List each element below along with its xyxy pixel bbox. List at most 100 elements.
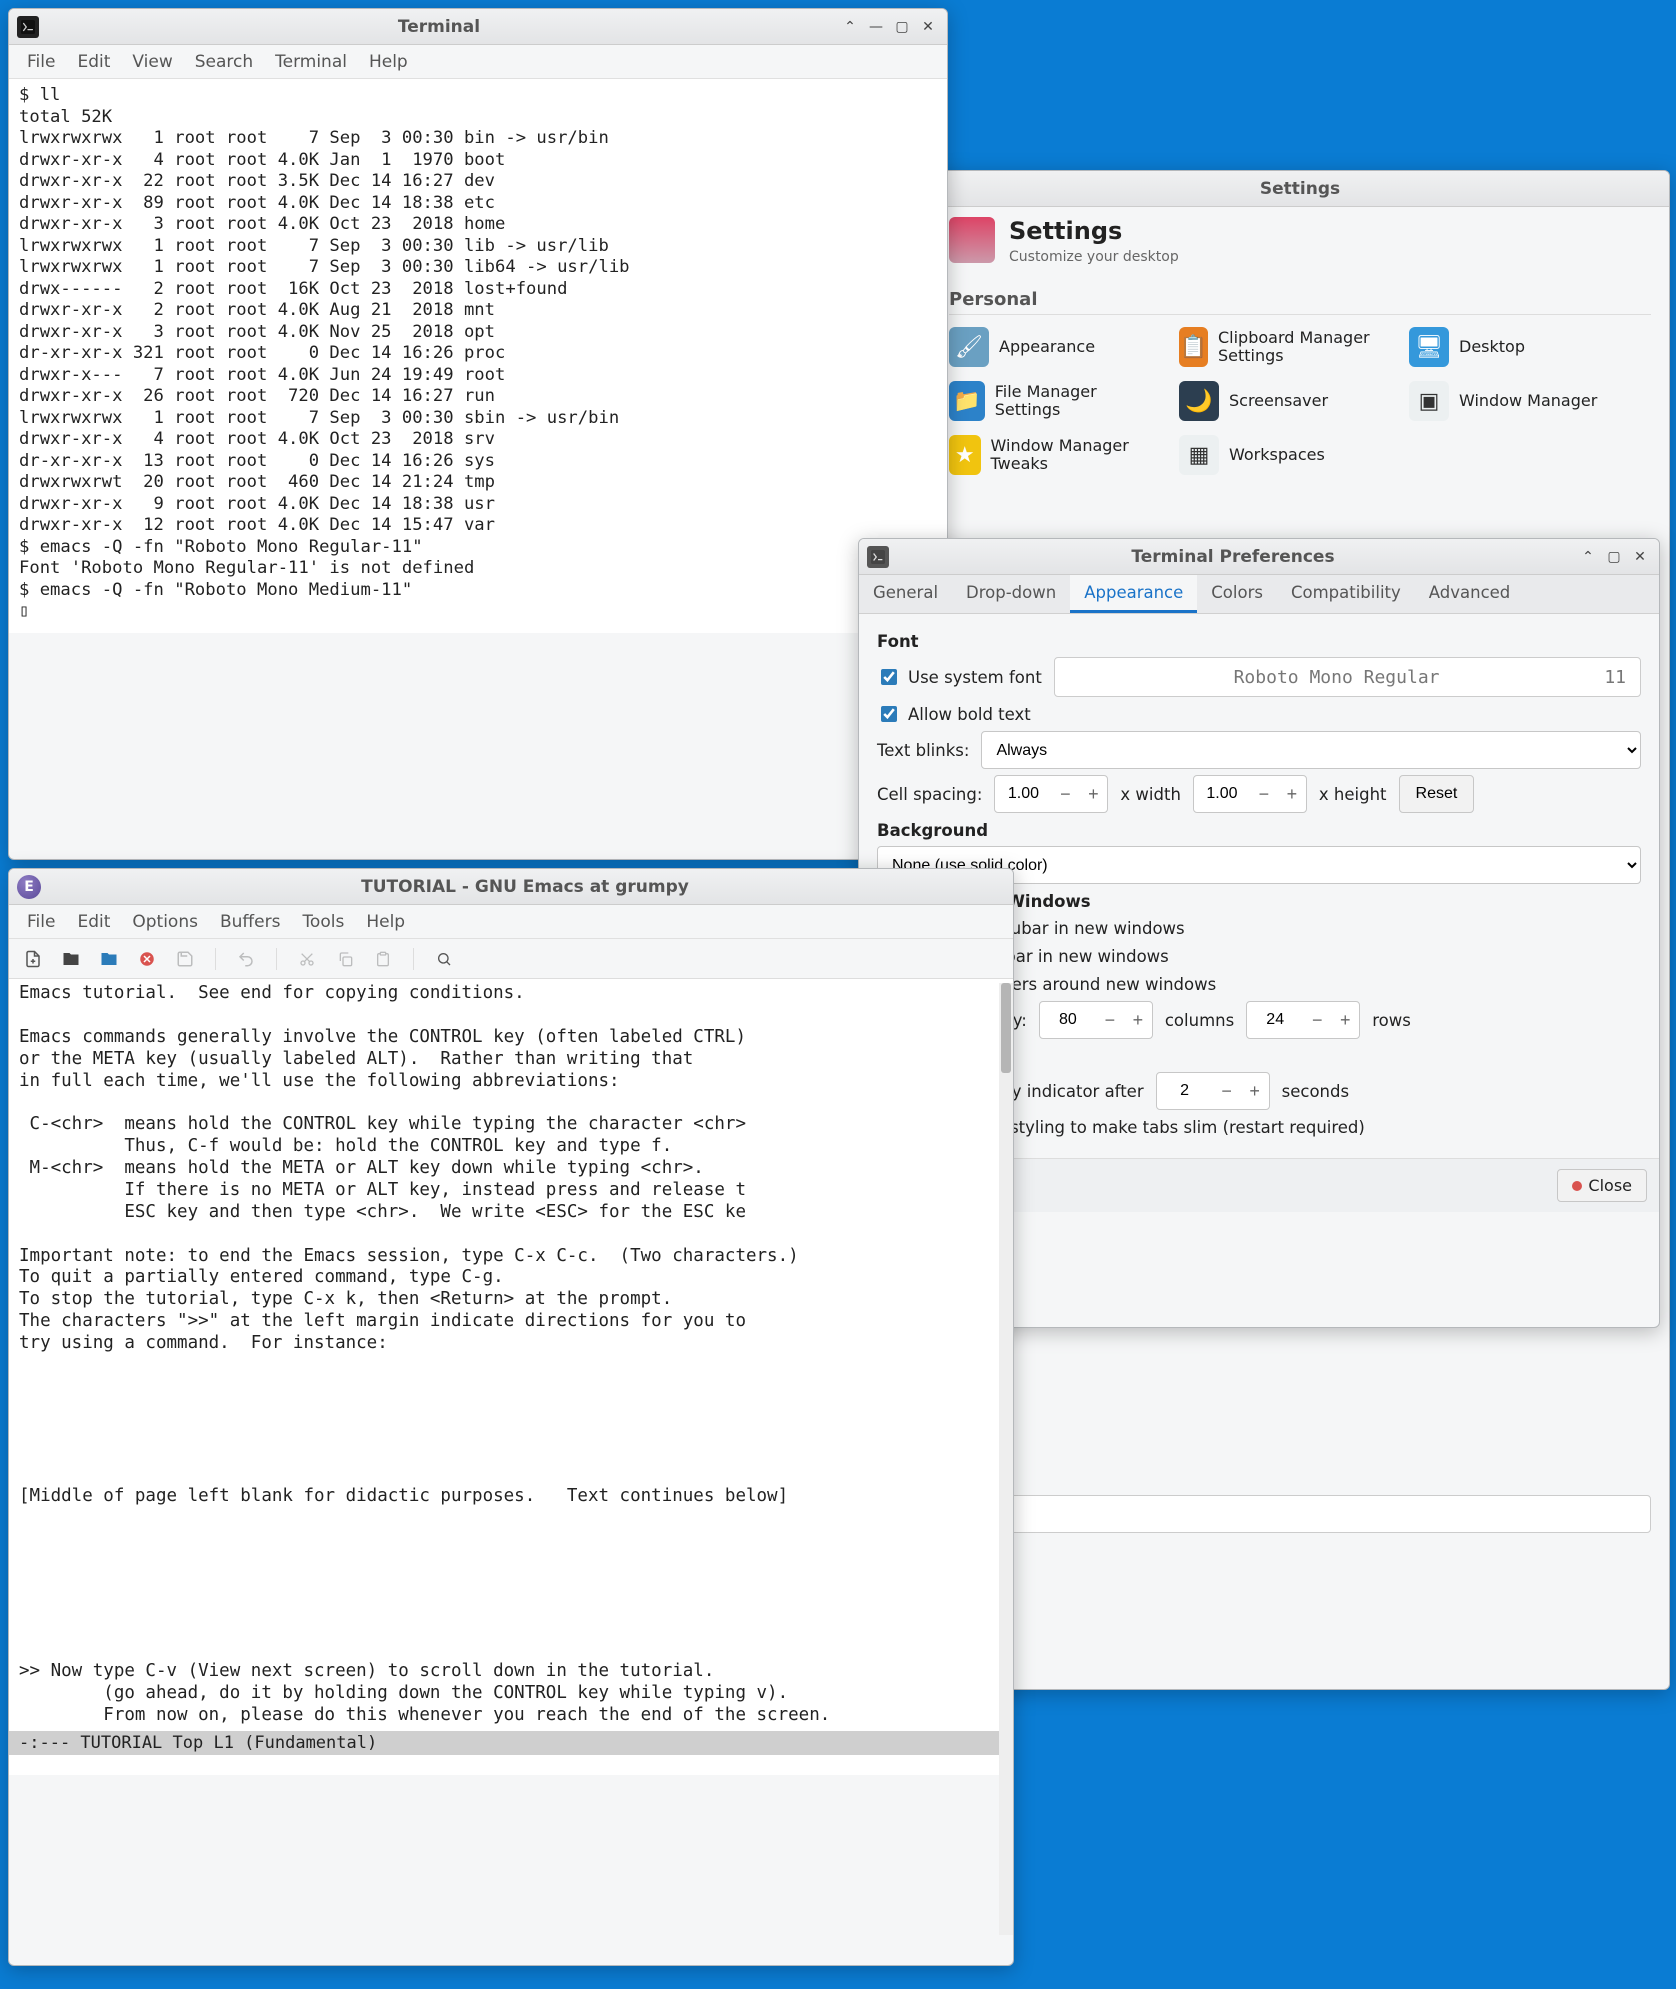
search-icon[interactable] bbox=[432, 947, 456, 971]
plus-icon[interactable]: + bbox=[1331, 1002, 1359, 1038]
font-chooser-button[interactable]: Roboto Mono Regular 11 bbox=[1054, 657, 1641, 697]
close-red-icon[interactable] bbox=[135, 947, 159, 971]
minus-icon[interactable]: − bbox=[1303, 1002, 1331, 1038]
settings-search-input[interactable] bbox=[949, 1495, 1651, 1533]
text-blinks-select[interactable]: Always bbox=[981, 731, 1641, 769]
cell-width-spinner[interactable]: −+ bbox=[994, 775, 1108, 813]
menu-edit[interactable]: Edit bbox=[67, 908, 120, 936]
settings-item-window-manager[interactable]: ▣Window Manager bbox=[1409, 381, 1609, 421]
rows-spinner[interactable]: −+ bbox=[1246, 1001, 1360, 1039]
prefs-tabbar: General Drop-down Appearance Colors Comp… bbox=[859, 575, 1659, 614]
paste-icon[interactable] bbox=[371, 947, 395, 971]
emacs-minibuffer[interactable] bbox=[9, 1755, 1013, 1775]
menu-tools[interactable]: Tools bbox=[292, 908, 354, 936]
menu-file[interactable]: File bbox=[17, 908, 65, 936]
close-icon[interactable]: ✕ bbox=[917, 16, 939, 38]
reset-tab-indicator-label-post: seconds bbox=[1282, 1082, 1349, 1101]
plus-icon[interactable]: + bbox=[1079, 776, 1107, 812]
minus-icon[interactable]: − bbox=[1096, 1002, 1124, 1038]
copy-icon[interactable] bbox=[333, 947, 357, 971]
cell-spacing-label: Cell spacing: bbox=[877, 785, 982, 804]
minimize-icon[interactable]: — bbox=[865, 16, 887, 38]
settings-item-workspaces[interactable]: ▦Workspaces bbox=[1179, 435, 1379, 475]
tab-advanced[interactable]: Advanced bbox=[1415, 575, 1525, 613]
text-blinks-label: Text blinks: bbox=[877, 741, 969, 760]
emacs-title: TUTORIAL - GNU Emacs at grumpy bbox=[45, 877, 1005, 897]
columns-label: columns bbox=[1165, 1011, 1234, 1030]
menu-file[interactable]: File bbox=[17, 48, 65, 76]
settings-item-file-manager[interactable]: 📁File Manager Settings bbox=[949, 381, 1149, 421]
tab-colors[interactable]: Colors bbox=[1197, 575, 1277, 613]
allow-bold-checkbox[interactable]: Allow bold text bbox=[877, 703, 1031, 725]
minus-icon[interactable]: − bbox=[1213, 1073, 1241, 1109]
emacs-titlebar[interactable]: E TUTORIAL - GNU Emacs at grumpy bbox=[9, 869, 1013, 905]
emacs-buffer[interactable]: Emacs tutorial. See end for copying cond… bbox=[9, 979, 1013, 1731]
terminal-output[interactable]: $ ll total 52K lrwxrwxrwx 1 root root 7 … bbox=[9, 79, 947, 633]
columns-spinner[interactable]: −+ bbox=[1039, 1001, 1153, 1039]
rows-label: rows bbox=[1372, 1011, 1411, 1030]
open-folder-blue-icon[interactable] bbox=[97, 947, 121, 971]
window-menu-icon[interactable]: ⌃ bbox=[839, 16, 861, 38]
menu-view[interactable]: View bbox=[122, 48, 182, 76]
font-size-label: 11 bbox=[1604, 667, 1626, 688]
settings-item-desktop[interactable]: 🖥Desktop bbox=[1409, 327, 1609, 367]
scrollbar-thumb[interactable] bbox=[1001, 983, 1011, 1073]
terminal-titlebar[interactable]: Terminal ⌃ — ▢ ✕ bbox=[9, 9, 947, 45]
emacs-toolbar bbox=[9, 939, 1013, 979]
menu-search[interactable]: Search bbox=[185, 48, 263, 76]
clipboard-icon: 📋 bbox=[1179, 327, 1208, 367]
section-font: Font bbox=[877, 632, 1641, 651]
menu-options[interactable]: Options bbox=[122, 908, 208, 936]
close-button[interactable]: Close bbox=[1557, 1169, 1647, 1202]
prefs-titlebar[interactable]: Terminal Preferences ⌃ ▢ ✕ bbox=[859, 539, 1659, 575]
reset-button[interactable]: Reset bbox=[1399, 775, 1475, 813]
reset-tab-seconds-spinner[interactable]: −+ bbox=[1156, 1072, 1270, 1110]
plus-icon[interactable]: + bbox=[1124, 1002, 1152, 1038]
cell-height-spinner[interactable]: −+ bbox=[1193, 775, 1307, 813]
settings-item-appearance[interactable]: 🖌Appearance bbox=[949, 327, 1149, 367]
menu-edit[interactable]: Edit bbox=[67, 48, 120, 76]
tab-dropdown[interactable]: Drop-down bbox=[952, 575, 1070, 613]
tab-appearance[interactable]: Appearance bbox=[1070, 575, 1197, 613]
emacs-window: E TUTORIAL - GNU Emacs at grumpy File Ed… bbox=[8, 868, 1014, 1966]
terminal-app-icon bbox=[17, 16, 39, 38]
open-folder-icon[interactable] bbox=[59, 947, 83, 971]
undo-icon[interactable] bbox=[234, 947, 258, 971]
menu-terminal[interactable]: Terminal bbox=[265, 48, 357, 76]
new-file-icon[interactable] bbox=[21, 947, 45, 971]
x-height-label: x height bbox=[1319, 785, 1387, 804]
tab-general[interactable]: General bbox=[859, 575, 952, 613]
desktop-icon: 🖥 bbox=[1409, 327, 1449, 367]
menu-buffers[interactable]: Buffers bbox=[210, 908, 290, 936]
maximize-icon[interactable]: ▢ bbox=[1603, 546, 1625, 568]
plus-icon[interactable]: + bbox=[1278, 776, 1306, 812]
window-menu-icon[interactable]: ⌃ bbox=[1577, 546, 1599, 568]
section-background: Background bbox=[877, 821, 1641, 840]
terminal-menubar: File Edit View Search Terminal Help bbox=[9, 45, 947, 79]
menu-help[interactable]: Help bbox=[356, 908, 415, 936]
x-width-label: x width bbox=[1120, 785, 1181, 804]
use-system-font-checkbox[interactable]: Use system font bbox=[877, 666, 1042, 688]
settings-item-wm-tweaks[interactable]: ★Window Manager Tweaks bbox=[949, 435, 1149, 475]
prefs-app-icon bbox=[867, 546, 889, 568]
maximize-icon[interactable]: ▢ bbox=[891, 16, 913, 38]
tab-compatibility[interactable]: Compatibility bbox=[1277, 575, 1415, 613]
settings-grid: 🖌Appearance 📋Clipboard Manager Settings … bbox=[949, 327, 1651, 475]
plus-icon[interactable]: + bbox=[1241, 1073, 1269, 1109]
emacs-modeline[interactable]: -:--- TUTORIAL Top L1 (Fundamental) bbox=[9, 1731, 1013, 1755]
terminal-title: Terminal bbox=[43, 17, 835, 37]
menu-help[interactable]: Help bbox=[359, 48, 418, 76]
settings-title: Settings bbox=[939, 179, 1661, 199]
minus-icon[interactable]: − bbox=[1051, 776, 1079, 812]
settings-titlebar[interactable]: Settings bbox=[931, 171, 1669, 207]
emacs-scrollbar[interactable] bbox=[999, 983, 1013, 1935]
window-manager-icon: ▣ bbox=[1409, 381, 1449, 421]
file-manager-icon: 📁 bbox=[949, 381, 985, 421]
settings-item-screensaver[interactable]: 🌙Screensaver bbox=[1179, 381, 1379, 421]
save-icon[interactable] bbox=[173, 947, 197, 971]
prefs-title: Terminal Preferences bbox=[893, 547, 1573, 567]
settings-item-clipboard[interactable]: 📋Clipboard Manager Settings bbox=[1179, 327, 1379, 367]
minus-icon[interactable]: − bbox=[1250, 776, 1278, 812]
close-icon[interactable]: ✕ bbox=[1629, 546, 1651, 568]
cut-icon[interactable] bbox=[295, 947, 319, 971]
